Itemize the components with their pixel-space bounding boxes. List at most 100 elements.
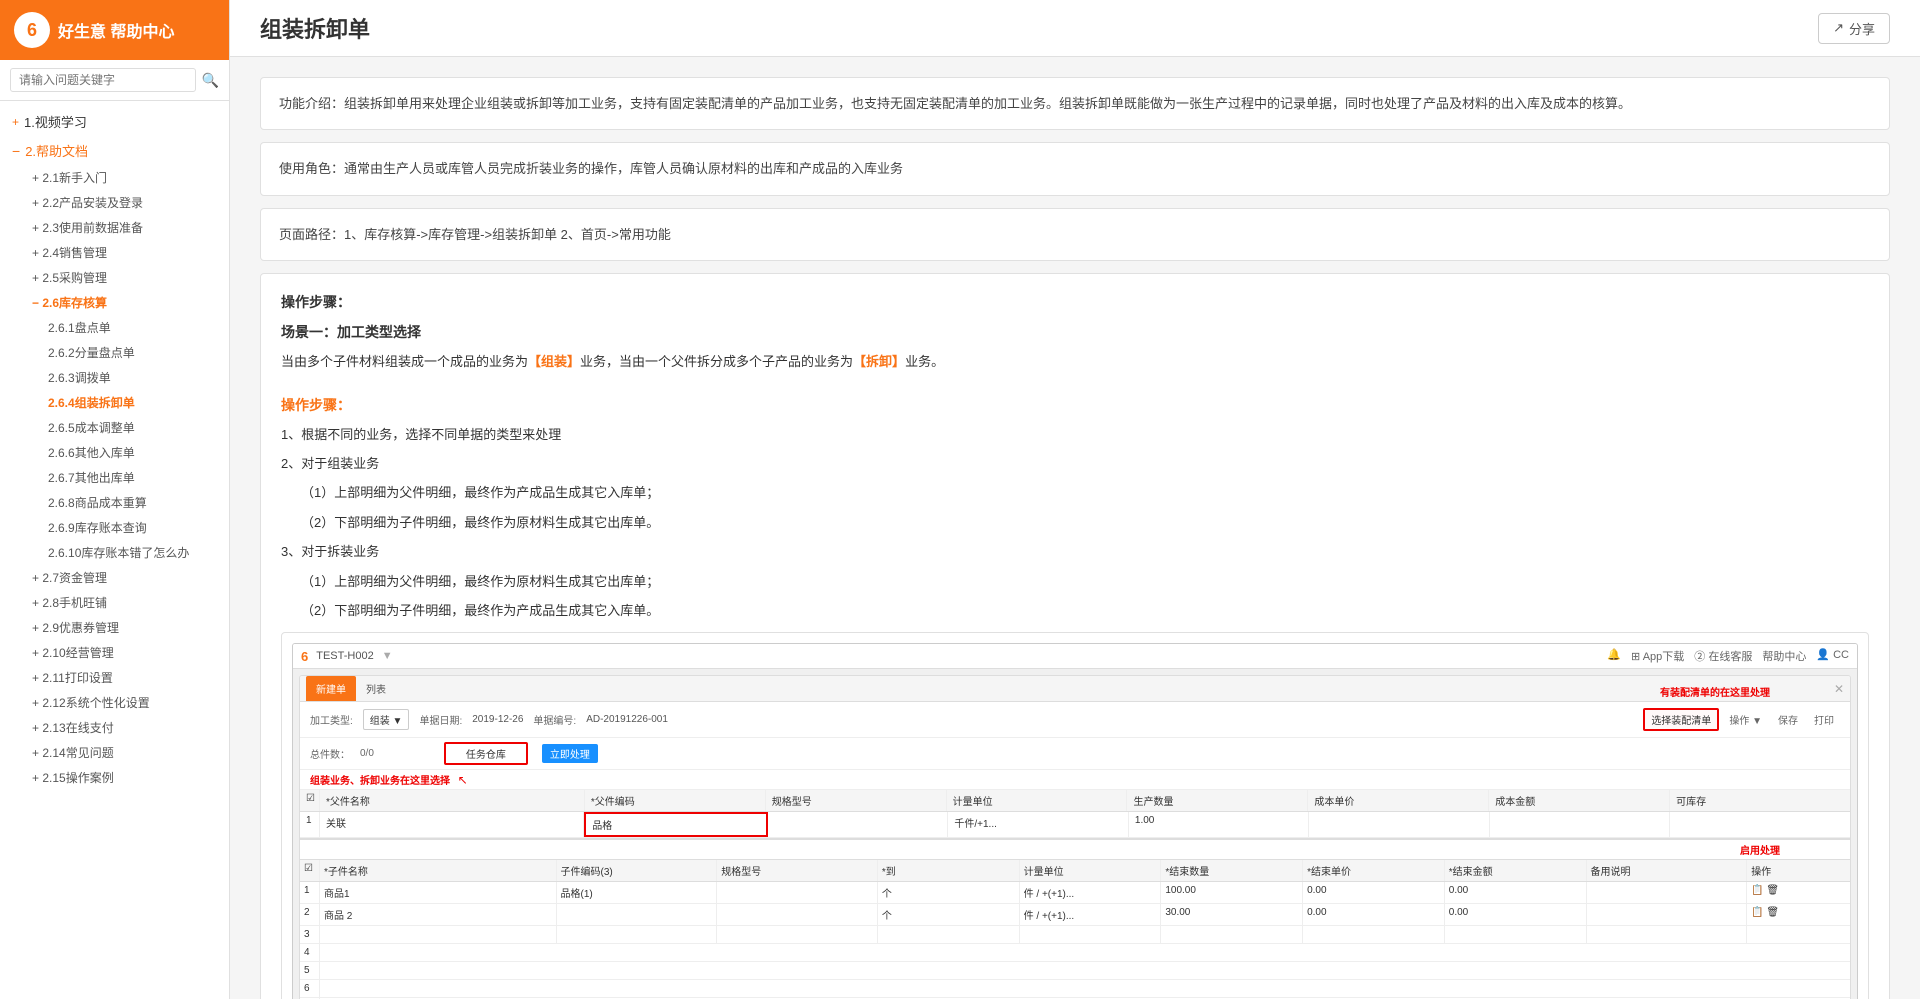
nav-label-docs: 2.帮助文档	[25, 141, 88, 160]
sidebar-item-2-2[interactable]: + 2.2产品安装及登录	[20, 190, 229, 215]
sidebar-item-2-13[interactable]: + 2.13在线支付	[20, 715, 229, 740]
cell-check: 1	[300, 812, 320, 837]
nav-group-videos: + 1.视频学习	[0, 107, 229, 136]
role-text: 使用角色：通常由生产人员或库管人员完成折装业务的操作，库管人员确认原材料的出库和…	[279, 161, 903, 176]
sim-icon-avatar: 👤 CC	[1816, 648, 1849, 664]
sidebar-item-2-15[interactable]: + 2.15操作案例	[20, 765, 229, 790]
sidebar-item-2-6-10[interactable]: 2.6.10库存账本错了怎么办	[36, 540, 229, 565]
expand-icon-2-13: +	[32, 721, 39, 735]
search-box: 🔍	[0, 60, 229, 101]
lrow5: 5	[300, 962, 1850, 980]
sidebar: 6 好生意 帮助中心 🔍 + 1.视频学习 − 2.帮助文档 + 2.1新手入门	[0, 0, 230, 999]
screenshot-wrapper: 6 TEST-H002 ▼ 🔔 ⊞ App下载 ② 在线客服 帮助中心 👤 CC	[281, 632, 1869, 999]
lrow6: 6	[300, 980, 1850, 998]
sim-icon-user: 帮助中心	[1762, 648, 1806, 664]
col-cost: 成本单价	[1308, 790, 1489, 811]
intro-block: 功能介绍：组装拆卸单用来处理企业组装或拆卸等加工业务，支持有固定装配清单的产品加…	[260, 77, 1890, 130]
sidebar-item-2-12[interactable]: + 2.12系统个性化设置	[20, 690, 229, 715]
sidebar-item-2-6[interactable]: − 2.6库存核算	[20, 290, 229, 315]
lrow4: 4	[300, 944, 1850, 962]
sidebar-item-2-6-2[interactable]: 2.6.2分量盘点单	[36, 340, 229, 365]
sim-process-label: 任务仓库	[466, 750, 506, 761]
expand-icon-2-8: +	[32, 596, 39, 610]
logo-icon: 6	[14, 12, 50, 48]
lcol-check: ☑	[300, 860, 320, 881]
sim-inner-window: 新建单 列表 ✕ 加工类型: 组装 ▼ 单据日期: 2019-12-26 单据编…	[299, 675, 1851, 999]
ops-steps-title: 操作步骤：	[281, 395, 1869, 415]
main-header: 组装拆卸单 ↗ 分享	[230, 0, 1920, 57]
path-text: 页面路径：1、库存核算->库存管理->组装拆卸单 2、首页->常用功能	[279, 227, 671, 242]
expand-icon-2-4: +	[32, 246, 39, 260]
expand-icon-videos: +	[12, 115, 19, 129]
nav-group-docs: − 2.帮助文档 + 2.1新手入门 + 2.2产品安装及登录 + 2.3使用前…	[0, 136, 229, 790]
step2-sub2: （2）下部明细为子件明细，最终作为原材料生成其它出库单。	[301, 511, 1869, 534]
annotation2: 组装业务、拆卸业务在这里选择	[310, 776, 450, 787]
sidebar-item-2-11[interactable]: + 2.11打印设置	[20, 665, 229, 690]
lcol-name: *子件名称	[320, 860, 557, 881]
sim-type-select: 组装 ▼	[363, 709, 410, 730]
lrow3: 3	[300, 926, 1850, 944]
sim-annotation2-row: 组装业务、拆卸业务在这里选择 ↖	[300, 770, 1850, 790]
sidebar-item-2-6-5[interactable]: 2.6.5成本调整单	[36, 415, 229, 440]
intro-text: 功能介绍：组装拆卸单用来处理企业组装或拆卸等加工业务，支持有固定装配清单的产品加…	[279, 96, 1631, 111]
main-panel: 组装拆卸单 ↗ 分享 功能介绍：组装拆卸单用来处理企业组装或拆卸等加工业务，支持…	[230, 0, 1920, 999]
step3-sub1: （1）上部明细为父件明细，最终作为原材料生成其它出库单；	[301, 570, 1869, 593]
sidebar-item-2-6-1[interactable]: 2.6.1盘点单	[36, 315, 229, 340]
sim-dropdown: ▼	[382, 650, 393, 662]
step2-sub1: （1）上部明细为父件明细，最终作为产成品生成其它入库单；	[301, 481, 1869, 504]
expand-icon-2-9: +	[32, 621, 39, 635]
sim-upper-header: ☑ *父件名称 *父件编码 规格型号 计量单位 生产数量 成本单价 成本金额 可…	[300, 790, 1850, 812]
sidebar-item-2-7[interactable]: + 2.7资金管理	[20, 565, 229, 590]
sidebar-item-2-9[interactable]: + 2.9优惠券管理	[20, 615, 229, 640]
scene1-title: 场景一：加工类型选择	[281, 322, 1869, 342]
search-icon[interactable]: 🔍	[202, 72, 219, 89]
lcol-cost1: *结束单价	[1303, 860, 1445, 881]
sidebar-item-2-5[interactable]: + 2.5采购管理	[20, 265, 229, 290]
share-button[interactable]: ↗ 分享	[1818, 13, 1890, 44]
nav-item-videos[interactable]: + 1.视频学习	[0, 107, 229, 136]
sidebar-item-2-6-6[interactable]: 2.6.6其他入库单	[36, 440, 229, 465]
lcol-num: *结束数量	[1161, 860, 1303, 881]
role-block: 使用角色：通常由生产人员或库管人员完成折装业务的操作，库管人员确认原材料的出库和…	[260, 142, 1890, 195]
lcol-unit: 计量单位	[1020, 860, 1162, 881]
share-icon: ↗	[1833, 20, 1844, 36]
lcol-spec: 规格型号	[717, 860, 878, 881]
cell-name: 关联	[320, 812, 584, 837]
sim-form-label-type: 加工类型:	[310, 712, 353, 727]
lrow2: 2 商品 2 个 件 / +(+1)... 30.00 0.00 0.00	[300, 904, 1850, 926]
sim-upper-row1: 1 关联 品格 千件/+1... 1.00	[300, 812, 1850, 838]
sim-top-icons: 🔔 ⊞ App下载 ② 在线客服 帮助中心 👤 CC	[1607, 648, 1849, 664]
col-qty: 计量单位	[947, 790, 1128, 811]
sim-icon-apps: ⊞ App下载	[1631, 648, 1684, 664]
sim-count-label: 总件数：	[310, 746, 350, 761]
sidebar-item-2-6-4[interactable]: 2.6.4组装拆卸单	[36, 390, 229, 415]
lcol-code: 子件编码(3)	[557, 860, 718, 881]
sidebar-item-2-6-8[interactable]: 2.6.8商品成本重算	[36, 490, 229, 515]
step3-sub2: （2）下部明细为子件明细，最终作为产成品生成其它入库单。	[301, 599, 1869, 622]
nav-item-docs[interactable]: − 2.帮助文档	[0, 136, 229, 165]
sidebar-item-2-14[interactable]: + 2.14常见问题	[20, 740, 229, 765]
sidebar-item-2-10[interactable]: + 2.10经营管理	[20, 640, 229, 665]
sim-sub-header: 总件数： 0/0 任务仓库 立即处理	[300, 738, 1850, 770]
annotation3: 启用处理	[1740, 842, 1780, 857]
sidebar-item-2-6-9[interactable]: 2.6.9库存账本查询	[36, 515, 229, 540]
sidebar-item-2-8[interactable]: + 2.8手机旺铺	[20, 590, 229, 615]
steps-section: 操作步骤： 场景一：加工类型选择 当由多个子件材料组装成一个成品的业务为【组装】…	[260, 273, 1890, 999]
sim-assign-btn: 选择装配清单	[1643, 708, 1719, 731]
page-title: 组装拆卸单	[260, 12, 370, 44]
sim-form-label-date: 单据日期:	[419, 712, 462, 727]
sim-logo: 6	[301, 649, 308, 664]
expand-icon-2-5: +	[32, 271, 39, 285]
sidebar-item-2-6-3[interactable]: 2.6.3调拨单	[36, 365, 229, 390]
sidebar-item-2-1[interactable]: + 2.1新手入门	[20, 165, 229, 190]
sidebar-item-2-4[interactable]: + 2.4销售管理	[20, 240, 229, 265]
search-input[interactable]	[10, 68, 196, 92]
expand-icon-2-10: +	[32, 646, 39, 660]
sim-app-header: 6 TEST-H002 ▼ 🔔 ⊞ App下载 ② 在线客服 帮助中心 👤 CC	[293, 644, 1857, 669]
sim-form-label-id: 单据编号:	[533, 712, 576, 727]
sim-company: TEST-H002	[316, 650, 373, 662]
cell-spec	[768, 812, 949, 837]
sidebar-item-2-6-7[interactable]: 2.6.7其他出库单	[36, 465, 229, 490]
sidebar-item-2-3[interactable]: + 2.3使用前数据准备	[20, 215, 229, 240]
lcol-qty: *到	[878, 860, 1020, 881]
